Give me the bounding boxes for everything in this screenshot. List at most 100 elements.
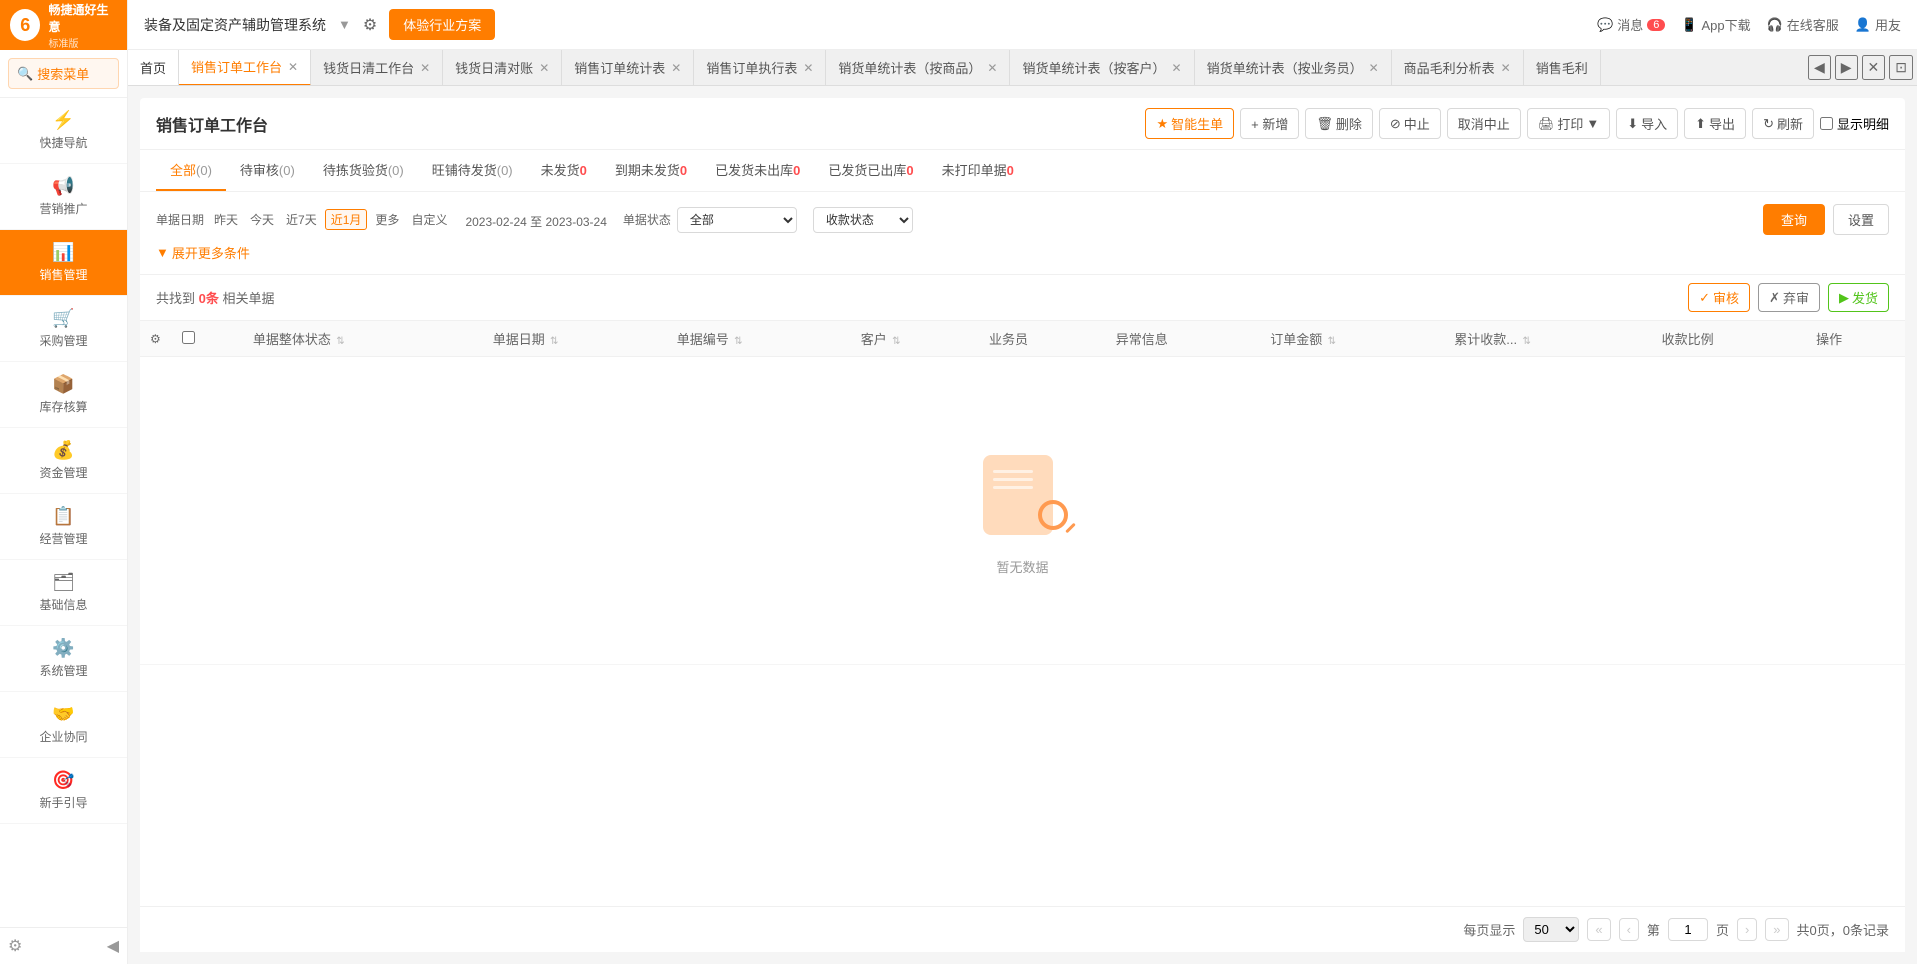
sidebar-item-marketing[interactable]: 📢 营销推广 (0, 164, 127, 230)
show-detail-checkbox-label[interactable]: 显示明细 (1820, 114, 1889, 133)
subtab-pending-review[interactable]: 待审核(0) (226, 150, 309, 191)
message-button[interactable]: 💬 消息 6 (1597, 15, 1665, 34)
revoke-button[interactable]: ✗ 弃审 (1758, 283, 1820, 312)
sort-date-icon[interactable]: ⇅ (550, 336, 558, 347)
subtab-not-shipped[interactable]: 未发货0 (527, 150, 601, 191)
tab-gross-margin[interactable]: 商品毛利分析表 ✕ (1392, 50, 1524, 86)
sidebar-item-operations[interactable]: 📋 经营管理 (0, 494, 127, 560)
tab-close-sales-customer[interactable]: ✕ (1172, 61, 1182, 75)
app-download-button[interactable]: 📱 App下载 (1681, 15, 1750, 34)
subtab-shipped-not-out[interactable]: 已发货未出库0 (701, 150, 814, 191)
sidebar-item-finance[interactable]: 💰 资金管理 (0, 428, 127, 494)
tab-close-cash-daily[interactable]: ✕ (420, 61, 430, 75)
th-checkbox[interactable] (172, 321, 243, 357)
date-option-7days[interactable]: 近7天 (282, 209, 321, 230)
show-detail-checkbox[interactable] (1820, 117, 1833, 130)
date-option-1month[interactable]: 近1月 (325, 209, 368, 230)
tab-nav-prev[interactable]: ◀ (1808, 55, 1831, 80)
subtab-pending-inspect[interactable]: 待拣货验货(0) (309, 150, 418, 191)
date-option-today[interactable]: 今天 (246, 209, 278, 230)
th-date[interactable]: 单据日期 ⇅ (483, 321, 667, 357)
import-button[interactable]: ⬇ 导入 (1616, 108, 1678, 139)
smart-create-button[interactable]: ★ 智能生单 (1145, 108, 1234, 139)
sort-amount-icon[interactable]: ⇅ (1328, 336, 1336, 347)
date-option-custom[interactable]: 自定义 (407, 209, 451, 230)
sidebar-item-basic[interactable]: 🗂 基础信息 (0, 560, 127, 626)
tab-sales-stats-customer[interactable]: 销货单统计表（按客户） ✕ (1010, 50, 1194, 86)
print-button[interactable]: 🖨 打印 ▼ (1527, 108, 1610, 139)
tab-sales-stats-table[interactable]: 销售订单统计表 ✕ (562, 50, 694, 86)
export-button[interactable]: ⬆ 导出 (1684, 108, 1746, 139)
tab-sales-stats-product[interactable]: 销货单统计表（按商品） ✕ (826, 50, 1010, 86)
refresh-button[interactable]: ↻ 刷新 (1752, 108, 1814, 139)
cancel-suspend-button[interactable]: 取消中止 (1447, 108, 1521, 139)
tab-nav-next[interactable]: ▶ (1835, 55, 1858, 80)
delete-button[interactable]: 🗑 删除 (1305, 108, 1373, 139)
subtab-wangpu-deliver[interactable]: 旺铺待发货(0) (418, 150, 527, 191)
sidebar-item-system[interactable]: ⚙️ 系统管理 (0, 626, 127, 692)
topbar-settings-icon[interactable]: ⚙ (363, 15, 377, 35)
deliver-button[interactable]: ▶ 发货 (1828, 283, 1889, 312)
tab-sales-exec-table[interactable]: 销售订单执行表 ✕ (694, 50, 826, 86)
th-abnormal[interactable]: 异常信息 (1106, 321, 1261, 357)
th-settings[interactable]: ⚙ (140, 321, 172, 357)
page-first-button[interactable]: « (1587, 918, 1610, 941)
th-customer[interactable]: 客户 ⇅ (851, 321, 979, 357)
sidebar-search[interactable]: 🔍 搜索菜单 (0, 50, 127, 98)
user-button[interactable]: 👤 用友 (1855, 15, 1901, 34)
tab-cash-daily[interactable]: 钱货日清工作台 ✕ (311, 50, 443, 86)
subtab-shipped-out[interactable]: 已发货已出库0 (814, 150, 927, 191)
sidebar-item-quick-nav[interactable]: ⚡ 快捷导航 (0, 98, 127, 164)
sort-number-icon[interactable]: ⇅ (734, 336, 742, 347)
suspend-button[interactable]: ⊘ 中止 (1379, 108, 1441, 139)
system-title-dropdown-icon[interactable]: ▼ (338, 17, 351, 32)
print-dropdown-icon[interactable]: ▼ (1586, 116, 1599, 131)
tab-cash-reconcile[interactable]: 钱货日清对账 ✕ (443, 50, 562, 86)
sidebar-item-purchase[interactable]: 🛒 采购管理 (0, 296, 127, 362)
sort-customer-icon[interactable]: ⇅ (892, 336, 900, 347)
select-all-checkbox[interactable] (182, 331, 195, 344)
th-number[interactable]: 单据编号 ⇅ (667, 321, 851, 357)
collapse-sidebar-icon[interactable]: ◀ (107, 936, 119, 956)
page-input[interactable] (1668, 918, 1708, 941)
tab-close-sales-stats[interactable]: ✕ (671, 61, 681, 75)
tab-close-sales-workbench[interactable]: ✕ (288, 60, 298, 74)
tab-close-cash-reconcile[interactable]: ✕ (539, 61, 549, 75)
date-option-yesterday[interactable]: 昨天 (210, 209, 242, 230)
sidebar-item-sales[interactable]: 📊 销售管理 (0, 230, 127, 296)
settings-gear-icon[interactable]: ⚙ (8, 936, 22, 956)
tab-sales-stats-staff[interactable]: 销货单统计表（按业务员） ✕ (1195, 50, 1392, 86)
date-option-more[interactable]: 更多 (371, 209, 403, 230)
status-select[interactable]: 全部 待审核 已审核 (677, 207, 797, 233)
filter-setting-button[interactable]: 设置 (1833, 204, 1889, 235)
page-size-select[interactable]: 20 50 100 (1523, 917, 1579, 942)
tab-sales-profit[interactable]: 销售毛利 (1524, 50, 1601, 86)
add-button[interactable]: + 新增 (1240, 108, 1299, 139)
industry-solution-button[interactable]: 体验行业方案 (389, 9, 495, 40)
th-staff[interactable]: 业务员 (979, 321, 1106, 357)
expand-filter-button[interactable]: ▼ 展开更多条件 (156, 243, 1889, 262)
review-button[interactable]: ✓ 审核 (1688, 283, 1750, 312)
tab-home[interactable]: 首页 (128, 50, 179, 86)
page-last-button[interactable]: » (1765, 918, 1788, 941)
tab-maximize[interactable]: ⊡ (1889, 55, 1913, 80)
online-service-button[interactable]: 🎧 在线客服 (1767, 15, 1839, 34)
th-status[interactable]: 单据整体状态 ⇅ (243, 321, 483, 357)
sidebar-item-guide[interactable]: 🎯 新手引导 (0, 758, 127, 824)
payment-status-select[interactable]: 收款状态 未收款 已收款 (813, 207, 913, 233)
page-prev-button[interactable]: ‹ (1619, 918, 1639, 941)
tab-close-sales-staff[interactable]: ✕ (1369, 61, 1379, 75)
sidebar-item-company[interactable]: 🤝 企业协同 (0, 692, 127, 758)
page-next-button[interactable]: › (1737, 918, 1757, 941)
subtab-all[interactable]: 全部(0) (156, 150, 226, 191)
sidebar-item-inventory[interactable]: 📦 库存核算 (0, 362, 127, 428)
tab-close-sales-exec[interactable]: ✕ (803, 61, 813, 75)
tab-sales-workbench[interactable]: 销售订单工作台 ✕ (179, 50, 311, 86)
subtab-not-printed[interactable]: 未打印单据0 (928, 150, 1028, 191)
subtab-overdue-not-ship[interactable]: 到期未发货0 (601, 150, 701, 191)
th-received[interactable]: 累计收款... ⇅ (1444, 321, 1651, 357)
tab-close-sales-product[interactable]: ✕ (987, 61, 997, 75)
query-button[interactable]: 查询 (1763, 204, 1825, 235)
sort-received-icon[interactable]: ⇅ (1522, 336, 1530, 347)
tab-close-all[interactable]: ✕ (1862, 55, 1886, 80)
